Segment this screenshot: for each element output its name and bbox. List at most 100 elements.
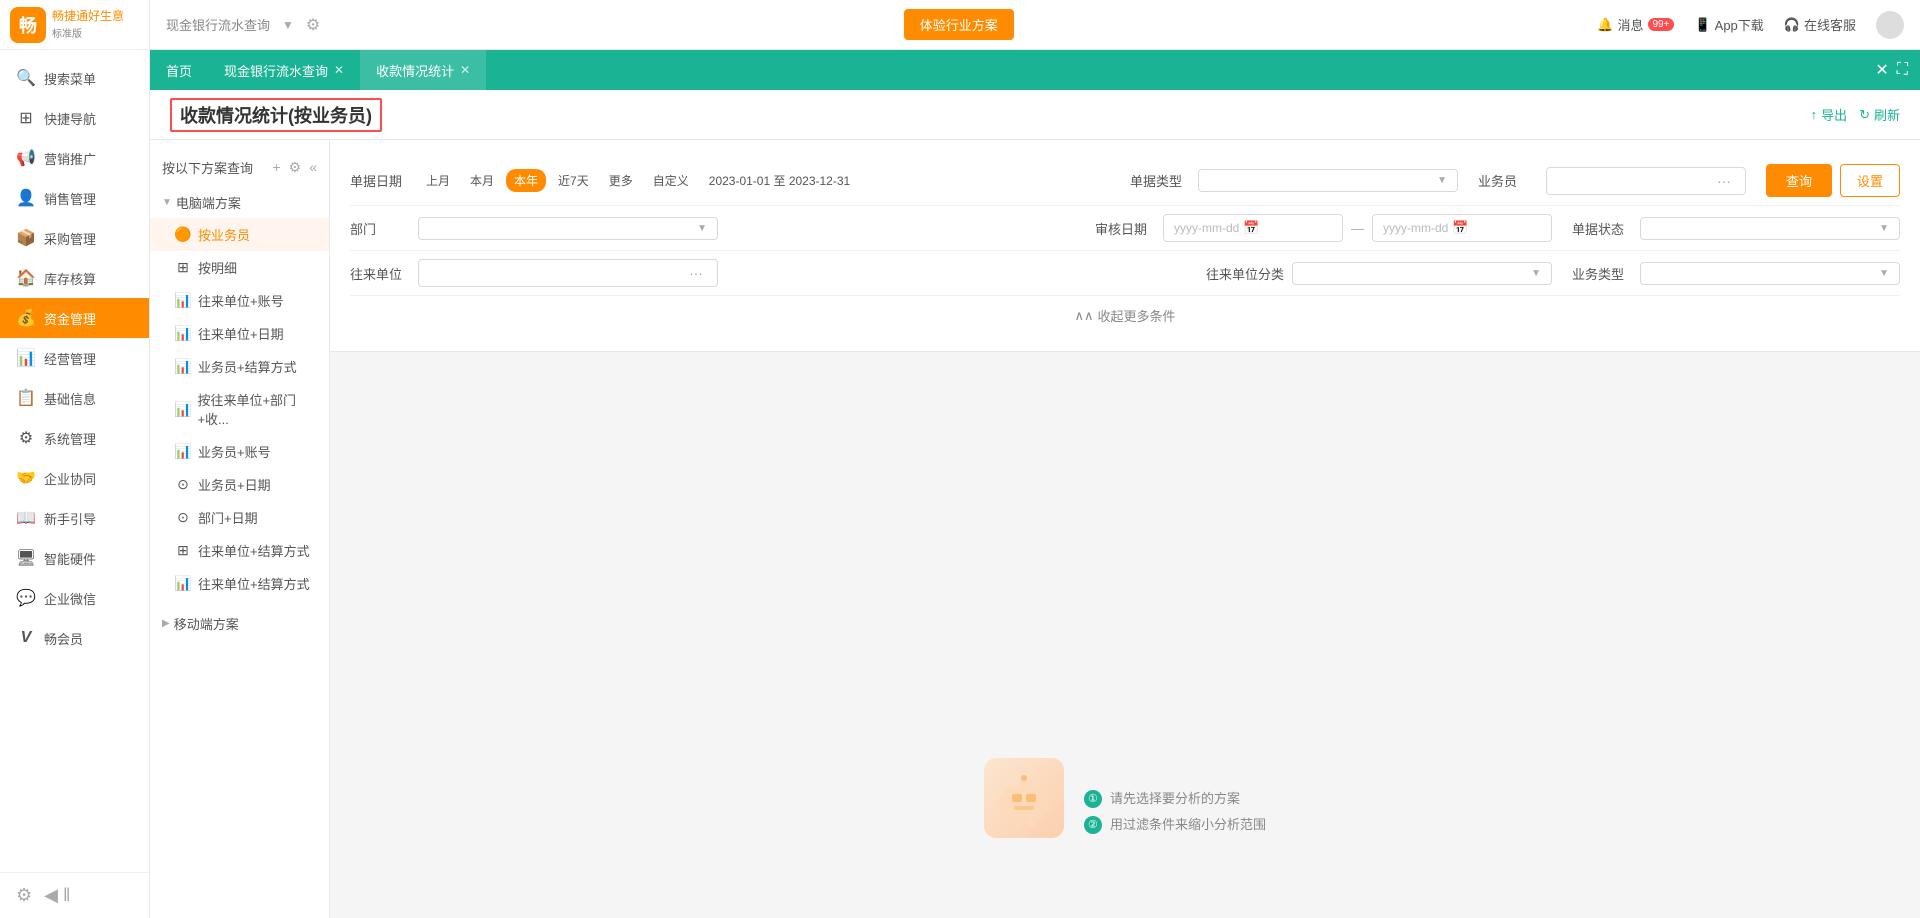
audit-date-label: 审核日期 [1095, 219, 1155, 238]
scheme-settings-icon[interactable]: ⚙ [289, 159, 302, 176]
member-icon: V [16, 628, 36, 648]
tip-num-2: ② [1084, 816, 1102, 834]
tab-receivable[interactable]: 收款情况统计 ✕ [360, 50, 486, 90]
sidebar-item-system[interactable]: ⚙ 系统管理 [0, 418, 149, 458]
main-container: 现金银行流水查询 ▼ ⚙ 体验行业方案 🔔 消息 99+ 📱 App下载 🎧 在… [150, 0, 1920, 918]
topbar-settings-icon[interactable]: ⚙ [306, 15, 320, 35]
counterpart-select[interactable]: ··· [418, 259, 718, 287]
sidebar-item-purchase[interactable]: 📦 采购管理 [0, 218, 149, 258]
doc-type-select[interactable]: ▼ [1198, 169, 1458, 192]
tip-item-1: ① 请先选择要分析的方案 [1084, 786, 1266, 812]
tree-section-mobile: ▶ 移动端方案 [150, 604, 329, 643]
tree-item-salesperson-date[interactable]: ⊙ 业务员+日期 [150, 468, 329, 501]
dept-select[interactable]: ▼ [418, 217, 718, 240]
chevron-up-icon: ∧∧ [1074, 308, 1093, 324]
counterpart-more-icon[interactable]: ··· [685, 265, 707, 281]
trial-button[interactable]: 体验行业方案 [904, 9, 1014, 40]
grid2-icon: ⊞ [174, 259, 192, 276]
date-tab-7days[interactable]: 近7天 [550, 169, 597, 192]
chevron-down-dept: ▼ [697, 223, 707, 234]
megaphone-icon: 📢 [16, 148, 36, 168]
dept-label: 部门 [350, 219, 410, 238]
fullscreen-icon[interactable]: ⛶ [1897, 61, 1908, 79]
search-icon: 🔍 [16, 68, 36, 88]
tree-item-unit-account[interactable]: 📊 往来单位+账号 [150, 284, 329, 317]
audit-date-end-input[interactable]: yyyy-mm-dd 📅 [1372, 214, 1552, 242]
sidebar-item-wechat[interactable]: 💬 企业微信 [0, 578, 149, 618]
box-icon: 📦 [16, 228, 36, 248]
collapse-panel-icon[interactable]: « [309, 159, 317, 176]
sidebar-item-finance[interactable]: 💰 资金管理 [0, 298, 149, 338]
left-panel: 按以下方案查询 + ⚙ « Rit [150, 140, 330, 918]
add-scheme-icon[interactable]: + [272, 159, 280, 176]
settings-button[interactable]: 设置 [1840, 164, 1900, 197]
tab-home[interactable]: 首页 [150, 50, 208, 90]
user-icon: 👤 [16, 188, 36, 208]
sidebar-item-operations[interactable]: 📊 经营管理 [0, 338, 149, 378]
more-dots-icon[interactable]: ··· [1713, 173, 1735, 189]
sidebar-item-shortcut[interactable]: ⊞ 快捷导航 [0, 98, 149, 138]
tree-item-dept-date[interactable]: ⊙ 部门+日期 [150, 501, 329, 534]
counterpart-label: 往来单位 [350, 264, 410, 283]
tab-close-cash-flow[interactable]: ✕ [334, 63, 344, 77]
filter-row-1: 单据日期 上月 本月 本年 近7天 更多 自定义 2023-01-01 至 20… [350, 156, 1900, 206]
query-button[interactable]: 查询 [1766, 164, 1832, 197]
filter-group-doc-type: 单据类型 ▼ [1130, 169, 1458, 192]
settings-footer-icon[interactable]: ⚙ [16, 885, 32, 906]
sidebar-item-guide[interactable]: 📖 新手引导 [0, 498, 149, 538]
date-tab-this-year[interactable]: 本年 [506, 169, 546, 192]
biz-type-select[interactable]: ▼ [1640, 262, 1900, 285]
sidebar-item-enterprise[interactable]: 🤝 企业协同 [0, 458, 149, 498]
tree-header-desktop[interactable]: ▼ 电脑端方案 [150, 187, 329, 218]
tree-item-unit-settlement2[interactable]: 📊 往来单位+结算方式 [150, 567, 329, 600]
tree-item-by-detail[interactable]: ⊞ 按明细 [150, 251, 329, 284]
sidebar-item-marketing[interactable]: 📢 营销推广 [0, 138, 149, 178]
date-tab-custom[interactable]: 自定义 [645, 169, 697, 192]
tree-item-unit-settlement1[interactable]: ⊞ 往来单位+结算方式 [150, 534, 329, 567]
list-icon: 📋 [16, 388, 36, 408]
app-download-button[interactable]: 📱 App下载 [1694, 15, 1763, 34]
salesperson-select[interactable]: ··· [1546, 167, 1746, 195]
close-all-icon[interactable]: ✕ [1875, 60, 1888, 80]
empty-layout: ① 请先选择要分析的方案 ② 用过滤条件来缩小分析范围 [984, 758, 1266, 838]
sidebar-item-sales[interactable]: 👤 销售管理 [0, 178, 149, 218]
tree-header-mobile[interactable]: ▶ 移动端方案 [150, 608, 329, 639]
sidebar-item-basic[interactable]: 📋 基础信息 [0, 378, 149, 418]
tab-cash-flow[interactable]: 现金银行流水查询 ✕ [208, 50, 360, 90]
doc-status-select[interactable]: ▼ [1640, 217, 1900, 240]
filter-group-counterpart: 往来单位 ··· [350, 259, 718, 287]
panel-header-label: 按以下方案查询 [162, 158, 253, 177]
date-tab-more[interactable]: 更多 [601, 169, 641, 192]
empty-illustration [984, 758, 1064, 838]
counterpart-category-label: 往来单位分类 [1206, 264, 1284, 283]
grid-icon2: ⊞ [174, 542, 192, 559]
online-service-button[interactable]: 🎧 在线客服 [1784, 15, 1856, 34]
counterpart-category-select[interactable]: ▼ [1292, 262, 1552, 285]
tree-item-unit-dept-collect[interactable]: 📊 按往来单位+部门+收... [150, 383, 329, 435]
tree-item-by-salesperson[interactable]: 🟠 按业务员 [150, 218, 329, 251]
sidebar-item-hardware[interactable]: 🖥 智能硬件 [0, 538, 149, 578]
salesperson-label: 业务员 [1478, 171, 1538, 190]
collapse-sidebar-icon[interactable]: ◀ ‖ [44, 885, 70, 906]
sidebar-item-search[interactable]: 🔍 搜索菜单 [0, 58, 149, 98]
logo-text: 畅捷通好生意 [52, 9, 124, 25]
tree-item-salesperson-settlement[interactable]: 📊 业务员+结算方式 [150, 350, 329, 383]
date-tab-this-month[interactable]: 本月 [462, 169, 502, 192]
tab-close-receivable[interactable]: ✕ [460, 63, 470, 77]
collapse-button[interactable]: ∧∧ 收起更多条件 [1074, 306, 1175, 325]
export-button[interactable]: ↑ 导出 [1811, 105, 1848, 124]
sidebar-item-inventory[interactable]: 🏠 库存核算 [0, 258, 149, 298]
date-range-display: 2023-01-01 至 2023-12-31 [709, 172, 850, 189]
audit-date-start-input[interactable]: yyyy-mm-dd 📅 [1163, 214, 1343, 242]
tree-item-salesperson-account[interactable]: 📊 业务员+账号 [150, 435, 329, 468]
tree-item-unit-date[interactable]: 📊 往来单位+日期 [150, 317, 329, 350]
date-tab-last-month[interactable]: 上月 [418, 169, 458, 192]
refresh-button[interactable]: ↻ 刷新 [1859, 105, 1900, 124]
doc-date-label: 单据日期 [350, 171, 410, 190]
message-button[interactable]: 🔔 消息 99+ [1597, 15, 1674, 34]
sidebar-item-member[interactable]: V 畅会员 [0, 618, 149, 658]
topbar-right: 🔔 消息 99+ 📱 App下载 🎧 在线客服 [1597, 11, 1904, 39]
table-icon2: 📊 [174, 325, 192, 342]
user-avatar[interactable] [1876, 11, 1904, 39]
orange-circle-icon: 🟠 [174, 226, 192, 243]
